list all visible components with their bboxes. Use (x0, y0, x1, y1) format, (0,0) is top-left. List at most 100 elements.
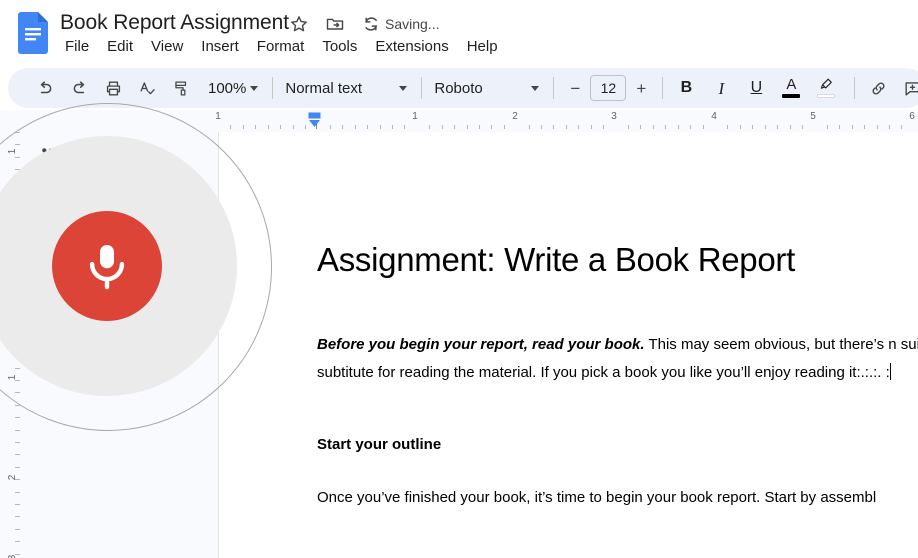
ruler-tick (15, 491, 20, 493)
increase-font-size-button[interactable]: + (628, 75, 654, 101)
redo-button[interactable] (64, 73, 94, 103)
ruler-tick (888, 125, 890, 129)
ruler-tick (15, 132, 20, 133)
ruler-tick (441, 125, 443, 129)
italic-button[interactable]: I (706, 73, 736, 103)
ruler-tick (739, 125, 741, 129)
ruler-label: 4 (711, 111, 717, 122)
document-title[interactable]: Book Report Assignment (60, 8, 289, 38)
zoom-control[interactable]: 100% (200, 74, 262, 102)
ruler-tick (478, 125, 480, 129)
ruler-tick (292, 125, 294, 129)
ruler-tick (15, 256, 20, 257)
paragraph-lead-text: Before you begin your report, read your … (317, 336, 645, 353)
google-docs-window: Book Report Assignment Saving... File Ed… (0, 0, 918, 558)
ruler-tick (528, 125, 530, 129)
sync-icon[interactable] (361, 14, 381, 34)
add-comment-button[interactable] (897, 73, 918, 103)
header-bar: Book Report Assignment Saving... File Ed… (0, 0, 918, 68)
star-icon[interactable] (289, 14, 309, 34)
ruler-tick (15, 528, 20, 530)
ruler-tick (603, 125, 605, 129)
ruler-tick (665, 125, 667, 129)
ruler-label: 3 (611, 111, 617, 122)
insert-link-button[interactable] (863, 73, 893, 103)
font-family-select[interactable]: Roboto (430, 74, 545, 102)
font-size-input[interactable]: 12 (590, 75, 627, 101)
menu-item-extensions[interactable]: Extensions (367, 35, 456, 59)
ruler-tick (354, 125, 356, 129)
ruler-tick (329, 125, 331, 129)
show-document-outline-button[interactable] (38, 142, 68, 172)
decrease-font-size-button[interactable]: − (562, 75, 588, 101)
ruler-tick (491, 125, 493, 129)
ruler-tick (640, 125, 642, 129)
font-size-stepper: − 12 + (562, 75, 654, 101)
ruler-tick (652, 125, 654, 129)
ruler-tick (15, 194, 20, 195)
ruler-tick (304, 125, 306, 129)
menu-item-format[interactable]: Format (249, 35, 313, 59)
text-color-swatch (782, 94, 801, 98)
ruler-tick (15, 367, 20, 369)
chevron-down-icon (531, 85, 540, 91)
spellcheck-button[interactable] (132, 73, 162, 103)
document-body[interactable]: Assignment: Write a Book Report Before y… (317, 239, 918, 512)
ruler-tick (15, 318, 20, 319)
undo-button[interactable] (30, 73, 60, 103)
chevron-down-icon (250, 85, 259, 91)
indent-marker[interactable] (308, 112, 321, 129)
menu-item-view[interactable]: View (143, 35, 191, 59)
ruler-tick (466, 125, 468, 129)
toolbar: 100% Normal text Roboto − 12 + B I U A (8, 68, 918, 108)
underline-label: U (750, 79, 763, 96)
microphone-button[interactable] (52, 211, 162, 321)
document-paragraph-1: Before you begin your report, read your … (317, 331, 918, 386)
paint-format-button[interactable] (166, 73, 196, 103)
google-docs-logo-icon[interactable] (18, 12, 48, 54)
menu-item-tools[interactable]: Tools (314, 35, 365, 59)
paragraph-style-select[interactable]: Normal text (281, 74, 413, 102)
menu-item-edit[interactable]: Edit (99, 35, 141, 59)
highlight-color-button[interactable] (811, 73, 841, 103)
ruler-tick (15, 280, 20, 282)
ruler-tick (15, 454, 20, 456)
print-button[interactable] (98, 73, 128, 103)
move-to-folder-icon[interactable] (325, 14, 345, 34)
paragraph-style-value: Normal text (285, 79, 363, 97)
underline-button[interactable]: U (741, 73, 771, 103)
highlight-color-swatch (817, 94, 836, 98)
ruler-tick (777, 125, 779, 129)
document-page[interactable]: Assignment: Write a Book Report Before y… (218, 132, 918, 558)
ruler-tick (15, 504, 20, 505)
ruler-tick (727, 125, 729, 129)
vertical-ruler[interactable]: 1123 (0, 132, 22, 558)
text-color-button[interactable]: A (776, 73, 806, 103)
menu-item-help[interactable]: Help (459, 35, 506, 59)
toolbar-divider (854, 77, 856, 99)
ruler-label: 5 (810, 111, 816, 122)
ruler-tick (851, 125, 853, 129)
toolbar-container: 100% Normal text Roboto − 12 + B I U A (0, 66, 918, 110)
ruler-tick (864, 125, 866, 129)
toolbar-divider (272, 77, 274, 99)
ruler-tick (15, 392, 20, 394)
ruler-tick (15, 293, 20, 295)
bold-button[interactable]: B (671, 73, 701, 103)
menu-item-file[interactable]: File (57, 35, 97, 59)
ruler-tick (690, 125, 692, 129)
ruler-tick (367, 125, 369, 129)
title-actions (289, 12, 381, 36)
ruler-label: 1 (7, 148, 19, 155)
ruler-tick (15, 169, 20, 171)
ruler-tick (342, 125, 344, 129)
ruler-label: 1 (412, 111, 418, 122)
ruler-label: 6 (909, 111, 915, 122)
saving-status: Saving... (385, 16, 440, 32)
ruler-label: 1 (215, 111, 221, 122)
horizontal-ruler[interactable]: 1 1 2 3 4 5 6 (0, 110, 918, 133)
ruler-tick (280, 125, 282, 129)
menu-item-insert[interactable]: Insert (193, 35, 247, 59)
ruler-tick (379, 125, 381, 129)
